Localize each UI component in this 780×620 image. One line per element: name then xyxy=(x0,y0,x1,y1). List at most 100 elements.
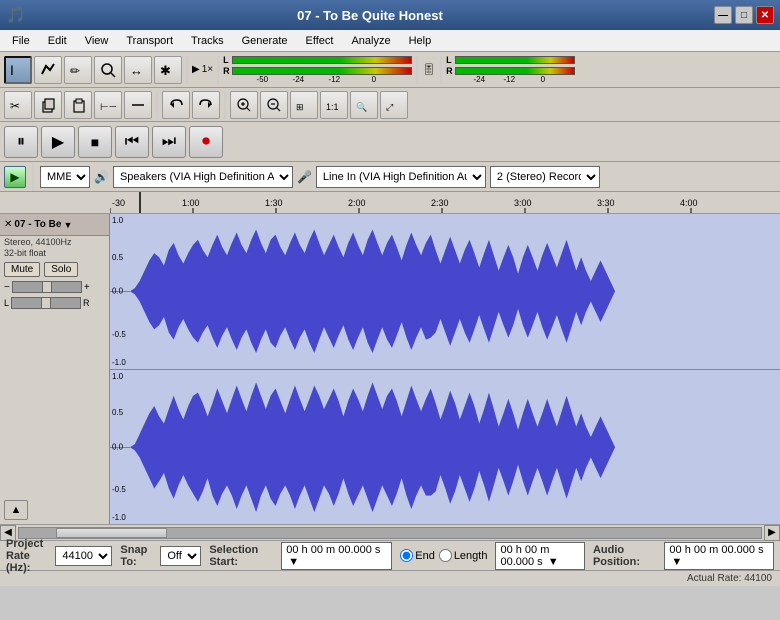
tool-zoom[interactable] xyxy=(94,56,122,84)
separator-6 xyxy=(224,91,226,119)
waveform-svg-right xyxy=(130,370,780,525)
input-device-select[interactable]: Line In (VIA High Definition Au... xyxy=(316,166,486,188)
track-dropdown-btn[interactable]: ▼ xyxy=(63,220,72,230)
mute-solo-row: Mute Solo xyxy=(0,260,109,279)
menu-help[interactable]: Help xyxy=(401,33,440,49)
timeline-ruler: -30 1:00 1:30 2:00 2:30 3:00 3:30 4:00 xyxy=(0,192,780,214)
axis-label-half-top-1: 0.5 xyxy=(112,253,123,262)
menu-generate[interactable]: Generate xyxy=(234,33,296,49)
selection-start-value: 00 h 00 m 00.000 s xyxy=(286,544,380,556)
menu-bar: File Edit View Transport Tracks Generate… xyxy=(0,30,780,52)
track-meta-line2: 32-bit float xyxy=(0,248,109,260)
tool-select[interactable]: I xyxy=(4,56,32,84)
gain-slider[interactable] xyxy=(12,281,82,293)
axis-label-neg-half-2: -0.5 xyxy=(112,485,126,494)
gain-control: 🎚 xyxy=(422,63,436,76)
vu-out-r-bar xyxy=(455,67,575,75)
scroll-track[interactable] xyxy=(18,527,762,539)
menu-analyze[interactable]: Analyze xyxy=(343,33,398,49)
minimize-button[interactable]: — xyxy=(714,6,732,24)
zoom-out-button[interactable] xyxy=(260,91,288,119)
snap-to-group: Snap To: Off On xyxy=(120,544,201,568)
playback-speed: ▶ 1× xyxy=(192,64,213,75)
svg-text:↔: ↔ xyxy=(130,63,143,78)
scroll-right-btn[interactable]: ▶ xyxy=(764,525,780,541)
next-button[interactable]: ⏭ xyxy=(152,126,186,158)
paste-button[interactable] xyxy=(64,91,92,119)
vu-left-label: L xyxy=(223,56,231,65)
pan-l-label: L xyxy=(4,298,9,308)
menu-transport[interactable]: Transport xyxy=(118,33,181,49)
selection-start-label: Selection Start: xyxy=(209,544,277,568)
vu-output-container: L R -24 -12 0 xyxy=(446,56,575,84)
prev-button[interactable]: ⏮ xyxy=(115,126,149,158)
menu-tracks[interactable]: Tracks xyxy=(183,33,232,49)
svg-text:1:30: 1:30 xyxy=(265,198,283,208)
axis-label-zero-1: 0.0 xyxy=(112,287,123,296)
audio-pos-input[interactable]: 00 h 00 m 00.000 s ▼ xyxy=(664,542,774,570)
play-button[interactable]: ▶ xyxy=(41,126,75,158)
svg-text:2:00: 2:00 xyxy=(348,198,366,208)
copy-button[interactable] xyxy=(34,91,62,119)
svg-text:⊢⊣: ⊢⊣ xyxy=(100,102,116,113)
track-collapse-btn[interactable]: ▲ xyxy=(4,500,28,520)
separator-1 xyxy=(186,56,188,84)
host-select[interactable]: MME DirectSound WASAPI xyxy=(40,166,90,188)
end-radio-label[interactable]: End xyxy=(400,549,435,562)
tool-timeshift[interactable]: ↔ xyxy=(124,56,152,84)
selection-end-input[interactable]: 00 h 00 m 00.000 s ▼ xyxy=(495,542,584,570)
record-button[interactable]: ⏺ xyxy=(189,126,223,158)
audio-pos-arrow[interactable]: ▼ xyxy=(671,556,682,568)
mute-button[interactable]: Mute xyxy=(4,262,40,277)
solo-button[interactable]: Solo xyxy=(44,262,78,277)
project-rate-select[interactable]: 44100 22050 48000 xyxy=(55,546,112,566)
tool-draw[interactable]: ✏ xyxy=(64,56,92,84)
waveform-area: 1.0 0.5 0.0 -0.5 -1.0 1.0 0.5 0.0 -0.5 xyxy=(110,214,780,524)
zoom-sel-button[interactable]: 🔍 xyxy=(350,91,378,119)
selection-start-input[interactable]: 00 h 00 m 00.000 s ▼ xyxy=(281,542,392,570)
track-close-btn[interactable]: ✕ xyxy=(4,219,12,230)
selection-start-arrow[interactable]: ▼ xyxy=(288,556,299,568)
redo-button[interactable] xyxy=(192,91,220,119)
pan-slider[interactable] xyxy=(11,297,81,309)
rate-bar: Actual Rate: 44100 xyxy=(0,570,780,586)
project-rate-group: Project Rate (Hz): 44100 22050 48000 xyxy=(6,538,112,574)
snap-to-select[interactable]: Off On xyxy=(160,546,201,566)
silence-button[interactable] xyxy=(124,91,152,119)
ruler-svg: -30 1:00 1:30 2:00 2:30 3:00 3:30 4:00 xyxy=(110,192,780,214)
cut-button[interactable]: ✂ xyxy=(4,91,32,119)
selection-end-arrow[interactable]: ▼ xyxy=(548,556,559,568)
audio-pos-label: Audio Position: xyxy=(593,544,660,568)
tool-envelope[interactable] xyxy=(34,56,62,84)
length-radio-label[interactable]: Length xyxy=(439,549,488,562)
close-button[interactable]: ✕ xyxy=(756,6,774,24)
undo-button[interactable] xyxy=(162,91,190,119)
toolbar-row-1: I ✏ ↔ ✱ ▶ 1× L R -50 -24 -12 xyxy=(0,52,780,88)
menu-effect[interactable]: Effect xyxy=(298,33,342,49)
output-device-select[interactable]: Speakers (VIA High Definition A... xyxy=(113,166,293,188)
zoom-normal-button[interactable]: 1:1 xyxy=(320,91,348,119)
maximize-button[interactable]: □ xyxy=(735,6,753,24)
menu-file[interactable]: File xyxy=(4,33,38,49)
fit-project-button[interactable]: ⊞ xyxy=(290,91,318,119)
trim-button[interactable]: ⊢⊣ xyxy=(94,91,122,119)
stop-button[interactable]: ■ xyxy=(78,126,112,158)
selection-end-value: 00 h 00 m 00.000 s xyxy=(500,544,549,568)
tool-multi[interactable]: ✱ xyxy=(154,56,182,84)
svg-text:⊞: ⊞ xyxy=(296,102,304,112)
scroll-thumb[interactable] xyxy=(56,528,167,538)
zoom-toggle-button[interactable]: ⤢ xyxy=(380,91,408,119)
end-radio[interactable] xyxy=(400,549,413,562)
menu-edit[interactable]: Edit xyxy=(40,33,75,49)
separator-4 xyxy=(440,56,442,84)
waveform-svg-left xyxy=(130,214,780,369)
zoom-in-button[interactable] xyxy=(230,91,258,119)
menu-view[interactable]: View xyxy=(77,33,117,49)
pause-button[interactable]: ⏸ xyxy=(4,126,38,158)
length-radio[interactable] xyxy=(439,549,452,562)
gain-minus: − xyxy=(4,282,10,293)
audio-pos-value: 00 h 00 m 00.000 s xyxy=(669,544,763,556)
play-at-speed-btn[interactable]: ▶ xyxy=(4,166,26,188)
channel-select[interactable]: 2 (Stereo) Record ... xyxy=(490,166,600,188)
vu-out-l-bar xyxy=(455,56,575,64)
